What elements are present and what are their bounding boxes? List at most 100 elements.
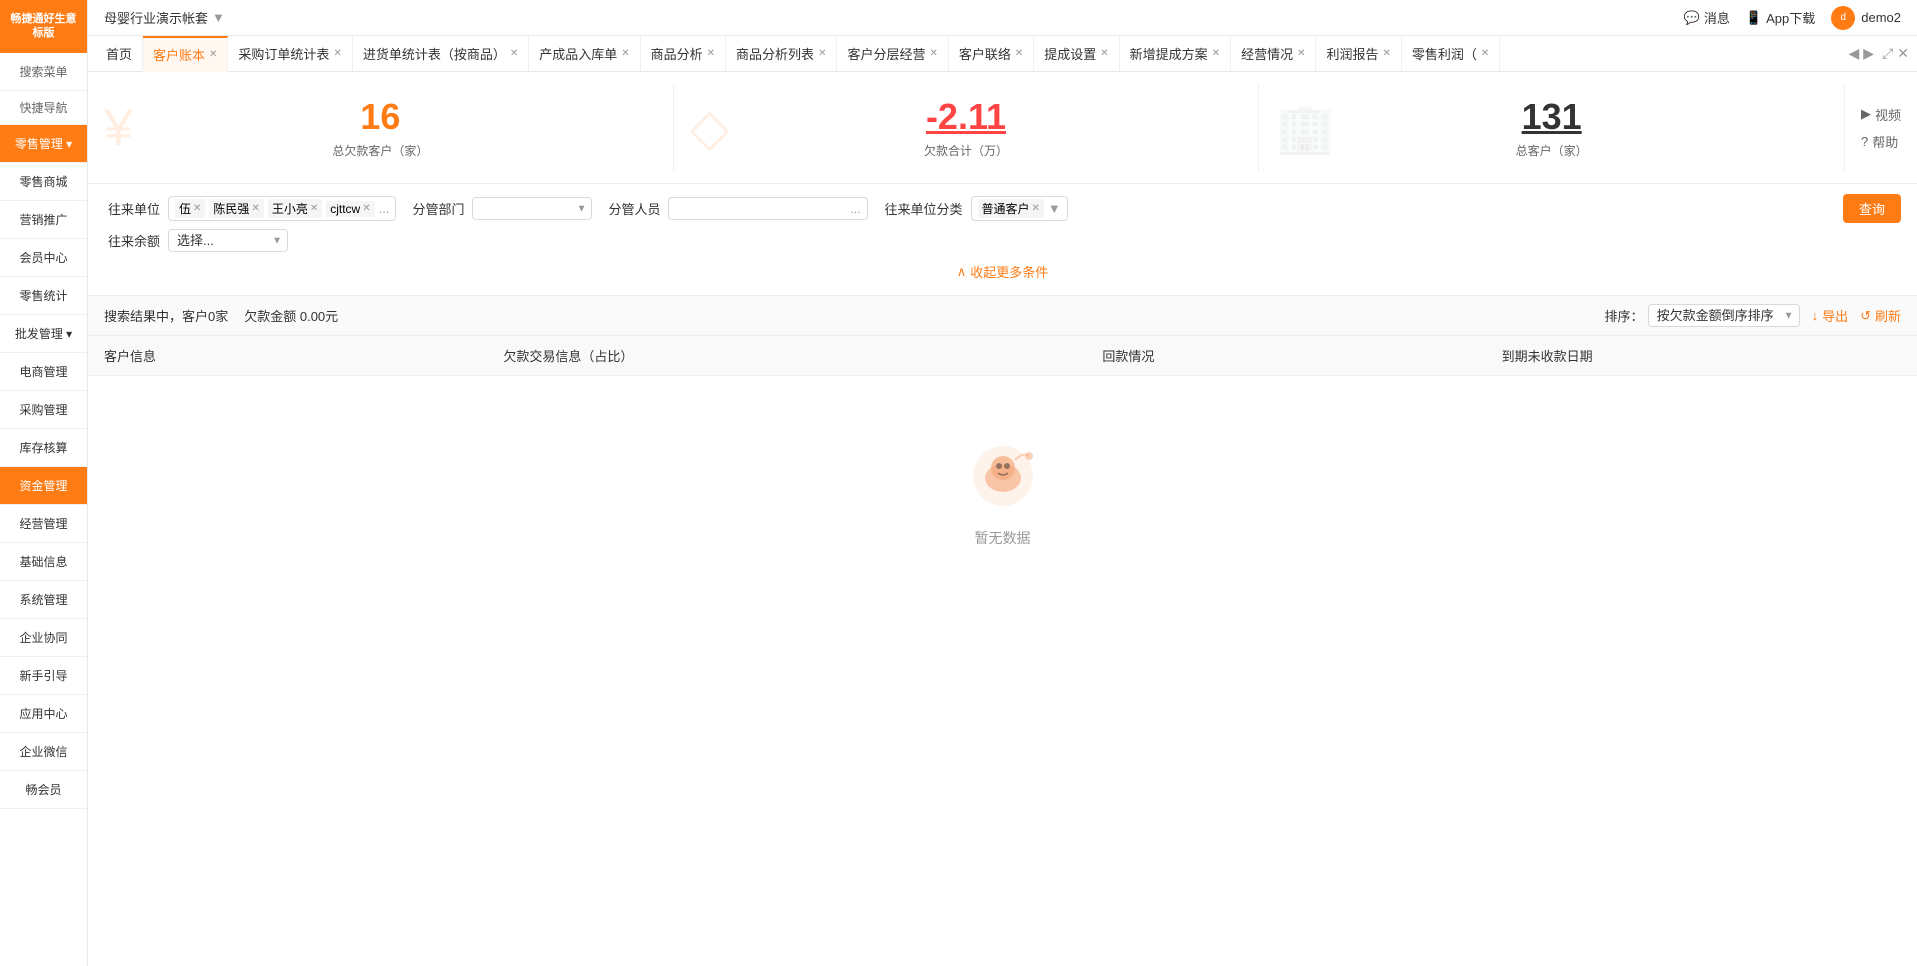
close-tab-new-plan[interactable]: ✕: [1212, 48, 1220, 59]
close-tab-analysis[interactable]: ✕: [707, 48, 715, 59]
messages-btn[interactable]: 💬 消息: [1684, 8, 1730, 27]
close-tab-analysis-list[interactable]: ✕: [818, 48, 826, 59]
sidebar-item-system[interactable]: 系统管理: [0, 581, 87, 619]
tab-retail-profit[interactable]: 零售利润（ ✕: [1402, 36, 1500, 72]
sidebar-item-enterprise[interactable]: 企业协同: [0, 619, 87, 657]
close-tab-segment[interactable]: ✕: [929, 48, 937, 59]
sidebar-item-app-center[interactable]: 应用中心: [0, 695, 87, 733]
close-tab-connect[interactable]: ✕: [1015, 48, 1023, 59]
sidebar-item-finance[interactable]: 资金管理: [0, 467, 87, 505]
app-download-btn[interactable]: 📱 App下载: [1746, 8, 1815, 27]
filter-dept-select-wrapper: [472, 197, 592, 220]
filter-balance-select[interactable]: 选择...: [168, 229, 288, 252]
logo-text: 畅捷通好生意: [8, 12, 79, 26]
sidebar-item-purchase[interactable]: 采购管理: [0, 391, 87, 429]
message-icon: 💬: [1684, 10, 1700, 26]
tab-customer-segment[interactable]: 客户分层经营 ✕: [837, 36, 948, 72]
tab-profit-report[interactable]: 利润报告 ✕: [1316, 36, 1401, 72]
table-header: 客户信息 欠款交易信息（占比） 回款情况 到期未收款日期: [88, 336, 1917, 376]
store-name[interactable]: 母婴行业演示帐套: [104, 8, 208, 27]
filter-balance-wrapper: 选择...: [168, 229, 288, 252]
filter-unit-class-label: 往来单位分类: [884, 199, 962, 218]
close-tab-customer-ledger[interactable]: ✕: [209, 49, 217, 60]
video-btn[interactable]: ▶ 视频: [1861, 105, 1901, 124]
tab-promotion-settings[interactable]: 提成设置 ✕: [1034, 36, 1119, 72]
close-tag-unit-0[interactable]: ✕: [193, 203, 201, 214]
tab-new-promotion-plan[interactable]: 新增提成方案 ✕: [1120, 36, 1231, 72]
tab-expand-icon[interactable]: ⤢: [1882, 45, 1893, 62]
tab-purchase-order-stats[interactable]: 采购订单统计表 ✕: [228, 36, 352, 72]
close-tag-unit-2[interactable]: ✕: [310, 203, 318, 214]
close-tab-retail-profit[interactable]: ✕: [1481, 48, 1489, 59]
close-tag-unit-1[interactable]: ✕: [251, 203, 259, 214]
query-btn[interactable]: 查询: [1843, 194, 1901, 223]
filter-tag-unit-1: 陈民强 ✕: [209, 199, 263, 218]
user-name: demo2: [1861, 10, 1901, 25]
tab-product-analysis[interactable]: 商品分析 ✕: [641, 36, 726, 72]
sidebar-item-marketing[interactable]: 营销推广: [0, 201, 87, 239]
sidebar-logo[interactable]: 畅捷通好生意 标版: [0, 0, 87, 53]
tab-bar: 首页 客户账本 ✕ 采购订单统计表 ✕ 进货单统计表（按商品） ✕ 产成品入库单…: [88, 36, 1917, 72]
tab-home[interactable]: 首页: [96, 36, 143, 72]
tab-product-inbound[interactable]: 产成品入库单 ✕: [529, 36, 640, 72]
sort-prefix: 排序：: [1605, 306, 1644, 325]
close-tab-profit[interactable]: ✕: [1383, 48, 1391, 59]
sidebar-item-retail-manage[interactable]: 零售管理 ▾: [0, 125, 87, 163]
close-tab-product[interactable]: ✕: [621, 48, 629, 59]
close-tab-promotion[interactable]: ✕: [1100, 48, 1108, 59]
close-tag-class-0[interactable]: ✕: [1032, 203, 1040, 214]
sidebar-item-operation[interactable]: 经营管理: [0, 505, 87, 543]
sidebar: 畅捷通好生意 标版 搜索菜单 快捷导航 零售管理 ▾ 零售商城 营销推广 会员中…: [0, 0, 88, 966]
stat-icon-diamond: ◇: [690, 98, 730, 158]
phone-icon: 📱: [1746, 10, 1762, 26]
collapse-btn[interactable]: ∧ 收起更多条件: [104, 258, 1901, 285]
sidebar-item-basic-info[interactable]: 基础信息: [0, 543, 87, 581]
sidebar-item-wholesale[interactable]: 批发管理 ▾: [0, 315, 87, 353]
close-tag-unit-3[interactable]: ✕: [362, 203, 370, 214]
sort-wrapper: 排序： 按欠款金额倒序排序: [1605, 304, 1800, 327]
sidebar-item-vip[interactable]: 畅会员: [0, 771, 87, 809]
tab-inbound-stats[interactable]: 进货单统计表（按商品） ✕: [353, 36, 529, 72]
refresh-btn[interactable]: ↺ 刷新: [1860, 306, 1901, 325]
sidebar-item-retail-stats[interactable]: 零售统计: [0, 277, 87, 315]
stat-overdue-amount-value: -2.11: [926, 96, 1006, 138]
sidebar-item-ecommerce[interactable]: 电商管理: [0, 353, 87, 391]
tab-scroll-left[interactable]: ◀: [1849, 45, 1860, 62]
global-header: 母婴行业演示帐套 ▼ 💬 消息 📱 App下载 d demo2: [88, 0, 1917, 36]
col-header-overdue-date: 到期未收款日期: [1502, 346, 1901, 365]
video-icon: ▶: [1861, 106, 1871, 122]
sidebar-item-newbie[interactable]: 新手引导: [0, 657, 87, 695]
sidebar-item-inventory[interactable]: 库存核算: [0, 429, 87, 467]
store-dropdown-icon[interactable]: ▼: [212, 10, 225, 25]
sort-select[interactable]: 按欠款金额倒序排序: [1648, 304, 1800, 327]
help-btn[interactable]: ? 帮助: [1861, 132, 1901, 151]
filter-unit-more[interactable]: ...: [379, 201, 390, 216]
filter-dept-select[interactable]: [472, 197, 592, 220]
empty-icon: [963, 436, 1043, 516]
close-tab-purchase[interactable]: ✕: [333, 48, 341, 59]
filter-row-1: 往来单位 伍 ✕ 陈民强 ✕ 王小亮 ✕ cjttcw: [104, 194, 1901, 223]
close-tab-operation[interactable]: ✕: [1297, 48, 1305, 59]
close-tab-inbound[interactable]: ✕: [510, 48, 518, 59]
tab-product-analysis-list[interactable]: 商品分析列表 ✕: [726, 36, 837, 72]
sidebar-item-enterprise-wechat[interactable]: 企业微信: [0, 733, 87, 771]
tab-operation-status[interactable]: 经营情况 ✕: [1231, 36, 1316, 72]
sidebar-item-retail-mall[interactable]: 零售商城: [0, 163, 87, 201]
stat-icon-yuan: ¥: [104, 98, 133, 158]
filter-person-input[interactable]: [668, 197, 868, 220]
messages-label: 消息: [1704, 8, 1730, 27]
user-menu[interactable]: d demo2: [1831, 6, 1901, 30]
table-area: 客户信息 欠款交易信息（占比） 回款情况 到期未收款日期: [88, 336, 1917, 966]
sidebar-quick-nav[interactable]: 快捷导航: [0, 91, 87, 125]
sidebar-item-member[interactable]: 会员中心: [0, 239, 87, 277]
tab-customer-ledger[interactable]: 客户账本 ✕: [143, 36, 228, 72]
sidebar-search[interactable]: 搜索菜单: [0, 53, 87, 91]
filter-person-more[interactable]: ...: [850, 202, 860, 216]
refresh-icon: ↺: [1860, 308, 1871, 324]
tab-customer-connect[interactable]: 客户联络 ✕: [949, 36, 1034, 72]
filter-unit-class-dropdown[interactable]: ▼: [1048, 201, 1061, 216]
export-icon: ↓: [1812, 308, 1819, 323]
tab-close-all-icon[interactable]: ✕: [1897, 45, 1909, 62]
export-btn[interactable]: ↓ 导出: [1812, 306, 1849, 325]
tab-scroll-right[interactable]: ▶: [1863, 45, 1874, 62]
